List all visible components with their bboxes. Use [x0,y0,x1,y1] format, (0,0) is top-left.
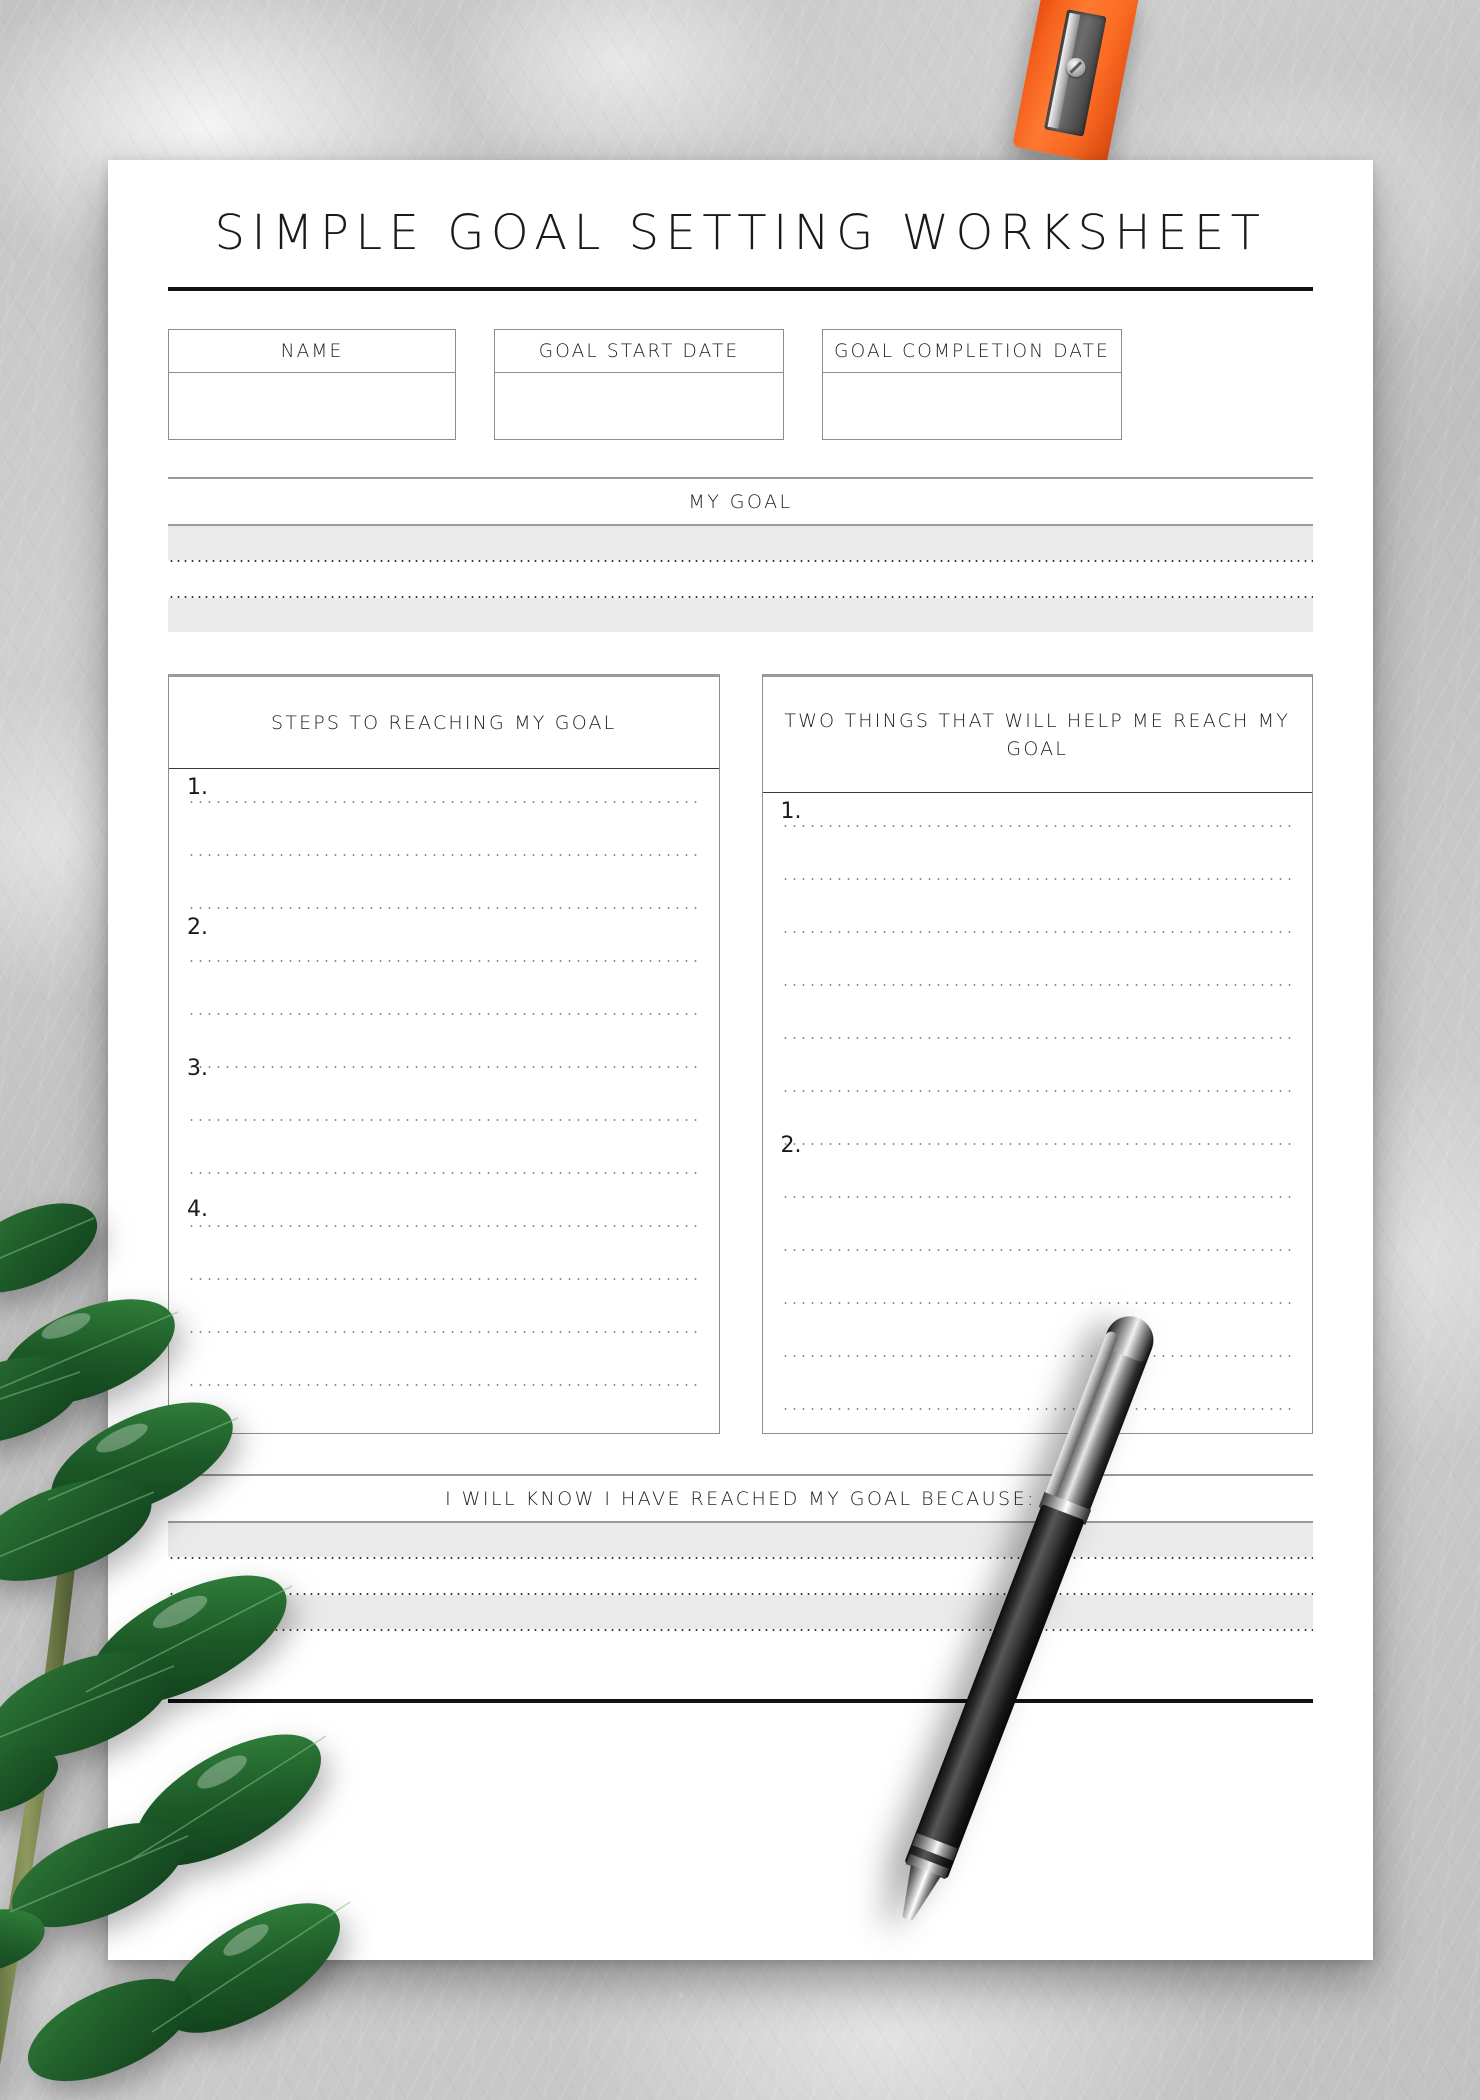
my-goal-section: MY GOAL [168,477,1313,632]
my-goal-title: MY GOAL [688,491,793,513]
field-goal-completion-date-input[interactable] [823,373,1121,439]
zz-plant-branch [0,1203,351,2082]
column-steps-title: STEPS TO REACHING MY GOAL [169,677,719,769]
step-number: 1. [187,775,208,800]
step-number: 2. [187,915,208,940]
write-row[interactable] [168,526,1313,560]
helper-number: 1. [780,799,802,825]
column-helpers-title: TWO THINGS THAT WILL HELP ME REACH MY GO… [762,677,1312,794]
write-row[interactable] [168,562,1313,596]
my-goal-write-area[interactable] [168,526,1313,632]
field-goal-completion-date[interactable]: GOAL COMPLETION DATE [822,329,1122,440]
helper-number: 2. [780,1133,802,1159]
field-goal-completion-date-label: GOAL COMPLETION DATE [823,330,1121,373]
column-helpers-body[interactable]: 1. 2. [763,793,1313,1433]
field-name[interactable]: NAME [168,329,456,440]
helpers-line-group [780,793,1294,1411]
step-number: 3. [187,1056,208,1081]
field-name-input[interactable] [169,373,455,439]
title-divider [168,287,1313,291]
header-fields: NAME GOAL START DATE GOAL COMPLETION DAT… [168,329,1313,440]
field-goal-start-date[interactable]: GOAL START DATE [494,329,784,440]
column-helpers: TWO THINGS THAT WILL HELP ME REACH MY GO… [761,674,1313,1435]
field-goal-start-date-input[interactable] [495,373,783,439]
write-row[interactable] [168,598,1313,632]
dotted-line [780,1408,1294,1411]
field-goal-start-date-label: GOAL START DATE [495,330,783,373]
page-title: SIMPLE GOAL SETTING WORKSHEET [214,205,1267,261]
field-name-label: NAME [169,330,455,373]
